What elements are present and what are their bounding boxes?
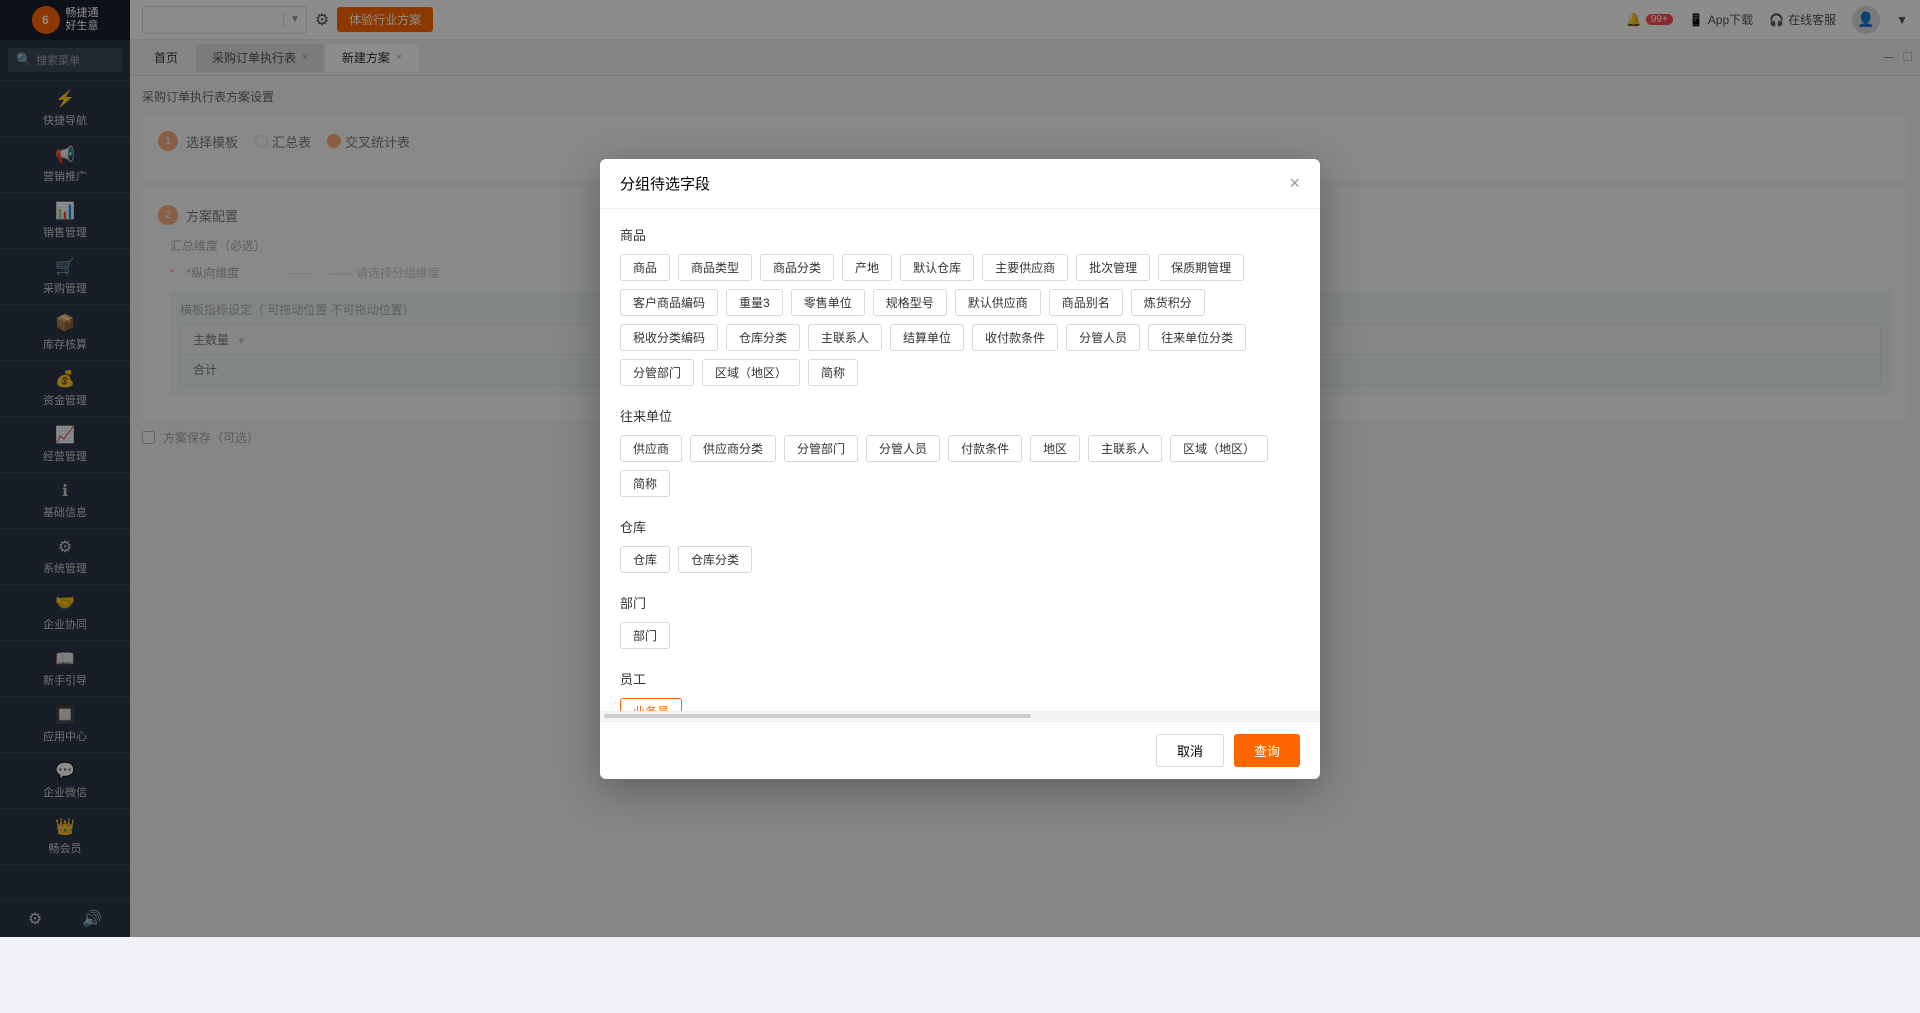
section-warehouse-title: 仓库: [620, 517, 1300, 536]
field-tag-goods-alias[interactable]: 商品别名: [1049, 289, 1123, 316]
field-select-modal: 分组待选字段 × 商品 商品 商品类型 商品分类 产地 默认仓库 主要供应商 批…: [600, 159, 1320, 779]
field-tag-batch[interactable]: 批次管理: [1076, 254, 1150, 281]
section-department-title: 部门: [620, 593, 1300, 612]
field-tag-refine-points[interactable]: 炼货积分: [1131, 289, 1205, 316]
modal-close-button[interactable]: ×: [1289, 174, 1300, 192]
modal-horizontal-scroll[interactable]: [600, 711, 1320, 720]
field-tag-partner-short[interactable]: 简称: [620, 470, 670, 497]
goods-field-tags: 商品 商品类型 商品分类 产地 默认仓库 主要供应商 批次管理 保质期管理 客户…: [620, 254, 1300, 386]
field-tag-supplier-cat[interactable]: 供应商分类: [690, 435, 776, 462]
field-tag-retail-unit[interactable]: 零售单位: [791, 289, 865, 316]
modal-cancel-button[interactable]: 取消: [1156, 734, 1224, 767]
field-tag-goods-category[interactable]: 商品分类: [760, 254, 834, 281]
field-tag-partner-dept[interactable]: 分管部门: [784, 435, 858, 462]
field-tag-shelf-life[interactable]: 保质期管理: [1158, 254, 1244, 281]
section-partner: 往来单位 供应商 供应商分类 分管部门 分管人员 付款条件 地区 主联系人 区域…: [620, 406, 1300, 497]
field-tag-settlement-unit[interactable]: 结算单位: [890, 324, 964, 351]
field-tag-region[interactable]: 区域（地区）: [702, 359, 800, 386]
field-tag-main-supplier[interactable]: 主要供应商: [982, 254, 1068, 281]
field-tag-goods[interactable]: 商品: [620, 254, 670, 281]
field-tag-weight[interactable]: 重量3: [726, 289, 783, 316]
modal-title: 分组待选字段: [620, 173, 710, 194]
field-tag-supervisor[interactable]: 分管人员: [1066, 324, 1140, 351]
section-department: 部门 部门: [620, 593, 1300, 649]
employee-field-tags: 业务员: [620, 698, 1300, 712]
field-tag-warehouse-category[interactable]: 仓库分类: [726, 324, 800, 351]
field-tag-partner-payment[interactable]: 付款条件: [948, 435, 1022, 462]
field-tag-partner-contact[interactable]: 主联系人: [1088, 435, 1162, 462]
field-tag-partner-region[interactable]: 地区: [1030, 435, 1080, 462]
section-employee: 员工 业务员: [620, 669, 1300, 712]
section-employee-title: 员工: [620, 669, 1300, 688]
field-tag-short-name[interactable]: 简称: [808, 359, 858, 386]
section-goods-title: 商品: [620, 225, 1300, 244]
field-tag-partner-category[interactable]: 往来单位分类: [1148, 324, 1246, 351]
field-tag-partner-area[interactable]: 区域（地区）: [1170, 435, 1268, 462]
field-tag-customer-code[interactable]: 客户商品编码: [620, 289, 718, 316]
section-goods: 商品 商品 商品类型 商品分类 产地 默认仓库 主要供应商 批次管理 保质期管理…: [620, 225, 1300, 386]
field-tag-salesperson[interactable]: 业务员: [620, 698, 682, 712]
field-tag-wh[interactable]: 仓库: [620, 546, 670, 573]
field-tag-payment-terms[interactable]: 收付款条件: [972, 324, 1058, 351]
field-tag-default-warehouse[interactable]: 默认仓库: [900, 254, 974, 281]
field-tag-department[interactable]: 部门: [620, 622, 670, 649]
field-tag-supplier[interactable]: 供应商: [620, 435, 682, 462]
field-tag-tax-code[interactable]: 税收分类编码: [620, 324, 718, 351]
field-tag-goods-type[interactable]: 商品类型: [678, 254, 752, 281]
modal-body[interactable]: 商品 商品 商品类型 商品分类 产地 默认仓库 主要供应商 批次管理 保质期管理…: [600, 209, 1320, 712]
modal-header: 分组待选字段 ×: [600, 159, 1320, 209]
warehouse-field-tags: 仓库 仓库分类: [620, 546, 1300, 573]
section-warehouse: 仓库 仓库 仓库分类: [620, 517, 1300, 573]
field-tag-dept[interactable]: 分管部门: [620, 359, 694, 386]
dept-field-tags: 部门: [620, 622, 1300, 649]
field-tag-spec[interactable]: 规格型号: [873, 289, 947, 316]
field-tag-origin[interactable]: 产地: [842, 254, 892, 281]
field-tag-partner-supervisor[interactable]: 分管人员: [866, 435, 940, 462]
hscroll-thumb: [604, 714, 1031, 718]
modal-confirm-button[interactable]: 查询: [1234, 734, 1300, 767]
modal-footer: 取消 查询: [600, 721, 1320, 779]
field-tag-default-supplier[interactable]: 默认供应商: [955, 289, 1041, 316]
field-tag-main-contact[interactable]: 主联系人: [808, 324, 882, 351]
section-partner-title: 往来单位: [620, 406, 1300, 425]
partner-field-tags: 供应商 供应商分类 分管部门 分管人员 付款条件 地区 主联系人 区域（地区） …: [620, 435, 1300, 497]
field-tag-wh-cat[interactable]: 仓库分类: [678, 546, 752, 573]
